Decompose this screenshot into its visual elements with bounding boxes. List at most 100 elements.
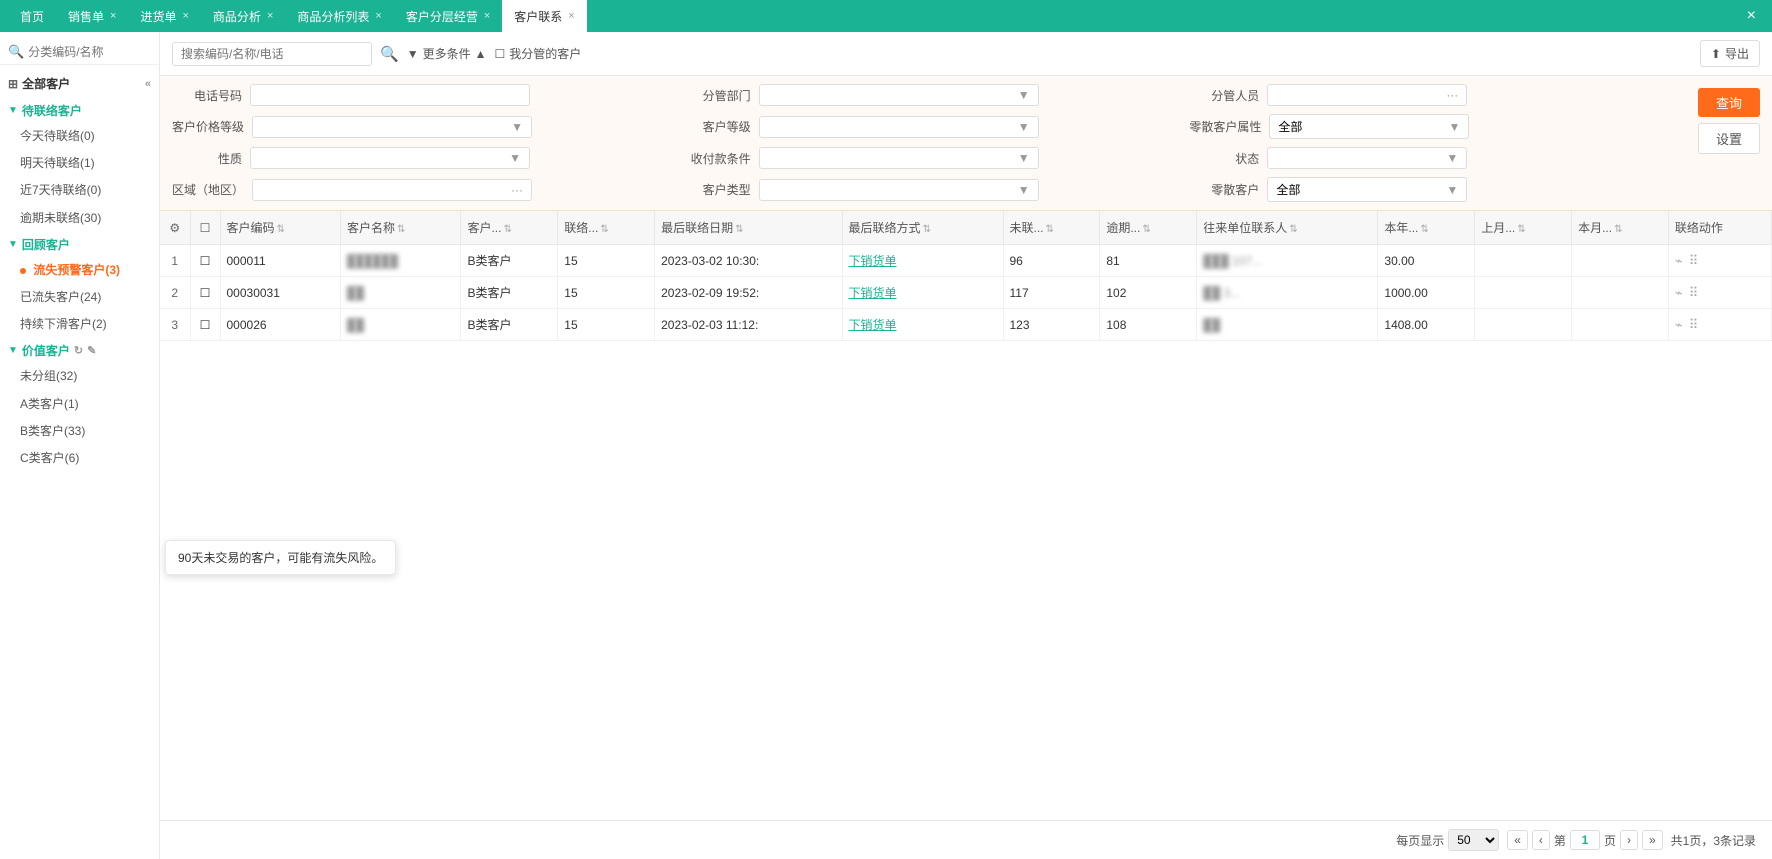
filter-level-select[interactable]: ▼ bbox=[759, 116, 1039, 138]
col-code[interactable]: 客户编码⇅ bbox=[220, 211, 340, 245]
tab-customer-tier[interactable]: 客户分层经营 × bbox=[394, 0, 502, 32]
action-more-icon[interactable]: ⠿ bbox=[1689, 285, 1699, 301]
sidebar-item-ungrouped[interactable]: 未分组(32) bbox=[0, 363, 159, 390]
action-link-icon[interactable]: ⌁ bbox=[1675, 285, 1683, 301]
tab-sales-close[interactable]: × bbox=[110, 10, 116, 22]
col-name[interactable]: 客户名称⇅ bbox=[340, 211, 460, 245]
filter-payment-select[interactable]: ▼ bbox=[759, 147, 1039, 169]
first-page-button[interactable]: « bbox=[1507, 830, 1528, 850]
sidebar-search-input[interactable] bbox=[28, 45, 151, 59]
sidebar-section-pending[interactable]: ▼ 待联络客户 bbox=[0, 98, 159, 123]
sidebar-section-review[interactable]: ▼ 回顾客户 bbox=[0, 232, 159, 257]
sidebar-all-customers[interactable]: ⊞ 全部客户 « bbox=[0, 69, 159, 98]
search-button[interactable]: 🔍 bbox=[380, 45, 399, 63]
query-button[interactable]: 查询 bbox=[1698, 88, 1760, 117]
col-this-month[interactable]: 本月...⇅ bbox=[1572, 211, 1669, 245]
page-number-input[interactable] bbox=[1570, 830, 1600, 850]
value-refresh-icon[interactable]: ↻ bbox=[74, 344, 83, 357]
prev-page-button[interactable]: ‹ bbox=[1532, 830, 1550, 850]
filter-type-select[interactable]: ▼ bbox=[759, 179, 1039, 201]
sidebar-item-class-c[interactable]: C类客户(6) bbox=[0, 445, 159, 472]
col-type[interactable]: 客户...⇅ bbox=[461, 211, 558, 245]
filter-status-select[interactable]: ▼ bbox=[1267, 147, 1467, 169]
tab-home[interactable]: 首页 bbox=[8, 0, 56, 32]
tab-product-list[interactable]: 商品分析列表 × bbox=[285, 0, 393, 32]
row-checkbox[interactable]: ☐ bbox=[190, 245, 220, 277]
col-uncontacted[interactable]: 未联...⇅ bbox=[1003, 211, 1100, 245]
filter-nature-select[interactable]: ▼ bbox=[250, 147, 530, 169]
filter-dept-select[interactable]: ▼ bbox=[759, 84, 1039, 106]
overdue-sort[interactable]: ⇅ bbox=[1142, 224, 1150, 235]
col-contact-person[interactable]: 往来单位联系人⇅ bbox=[1197, 211, 1378, 245]
tab-purchase-close[interactable]: × bbox=[182, 10, 188, 22]
row-uncontacted: 123 bbox=[1003, 309, 1100, 341]
sidebar-item-today[interactable]: 今天待联络(0) bbox=[0, 123, 159, 150]
search-input[interactable] bbox=[172, 42, 372, 66]
tab-purchase[interactable]: 进货单 × bbox=[128, 0, 200, 32]
contact-sort[interactable]: ⇅ bbox=[600, 224, 608, 235]
sidebar-item-churned[interactable]: 已流失客户(24) bbox=[0, 284, 159, 311]
tab-product-analysis-close[interactable]: × bbox=[267, 10, 273, 22]
tmonth-sort[interactable]: ⇅ bbox=[1614, 224, 1622, 235]
filter-retail-select[interactable]: 全部 ▼ bbox=[1269, 114, 1469, 139]
triangle-icon-2: ▼ bbox=[8, 239, 18, 250]
row-last-method[interactable]: 下销货单 bbox=[842, 245, 1003, 277]
action-more-icon[interactable]: ⠿ bbox=[1689, 253, 1699, 269]
per-page-select[interactable]: 50 20 100 bbox=[1448, 829, 1499, 851]
col-contact[interactable]: 联络...⇅ bbox=[558, 211, 655, 245]
filter-person-select[interactable]: ··· bbox=[1267, 84, 1467, 106]
sidebar-section-value[interactable]: ▼ 价值客户 ↻ ✎ bbox=[0, 338, 159, 363]
export-icon: ⬆ bbox=[1711, 47, 1721, 61]
value-edit-icon[interactable]: ✎ bbox=[87, 344, 96, 357]
tab-product-analysis[interactable]: 商品分析 × bbox=[201, 0, 285, 32]
sidebar-item-churn-warning[interactable]: 流失预警客户(3) bbox=[0, 257, 159, 284]
settings-button[interactable]: 设置 bbox=[1698, 123, 1760, 154]
name-sort[interactable]: ⇅ bbox=[397, 224, 405, 235]
sidebar-item-declining[interactable]: 持续下滑客户(2) bbox=[0, 311, 159, 338]
col-last-date[interactable]: 最后联络日期⇅ bbox=[655, 211, 842, 245]
tab-sales[interactable]: 销售单 × bbox=[56, 0, 128, 32]
method-sort[interactable]: ⇅ bbox=[923, 224, 931, 235]
uncontacted-sort[interactable]: ⇅ bbox=[1046, 224, 1054, 235]
filter-region-select[interactable]: ··· bbox=[252, 179, 532, 201]
action-link-icon[interactable]: ⌁ bbox=[1675, 253, 1683, 269]
person-sort[interactable]: ⇅ bbox=[1289, 224, 1297, 235]
row-checkbox[interactable]: ☐ bbox=[190, 277, 220, 309]
filter-phone-input[interactable] bbox=[250, 84, 530, 106]
col-this-year[interactable]: 本年...⇅ bbox=[1378, 211, 1475, 245]
date-sort[interactable]: ⇅ bbox=[735, 224, 743, 235]
year-sort[interactable]: ⇅ bbox=[1420, 224, 1428, 235]
sidebar-item-class-b[interactable]: B类客户(33) bbox=[0, 418, 159, 445]
col-checkbox[interactable]: ☐ bbox=[190, 211, 220, 245]
my-customers-checkbox[interactable]: ☐ 我分管的客户 bbox=[494, 45, 581, 62]
sidebar-item-class-a[interactable]: A类客户(1) bbox=[0, 391, 159, 418]
tab-customer-tier-close[interactable]: × bbox=[484, 10, 490, 22]
tab-customer-contact-close[interactable]: × bbox=[568, 10, 574, 22]
filter-retail2-select[interactable]: 全部 ▼ bbox=[1267, 177, 1467, 202]
row-last-method[interactable]: 下销货单 bbox=[842, 277, 1003, 309]
col-overdue[interactable]: 逾期...⇅ bbox=[1100, 211, 1197, 245]
sidebar-item-overdue[interactable]: 逾期未联络(30) bbox=[0, 205, 159, 232]
row-checkbox[interactable]: ☐ bbox=[190, 309, 220, 341]
col-last-method[interactable]: 最后联络方式⇅ bbox=[842, 211, 1003, 245]
code-sort[interactable]: ⇅ bbox=[277, 224, 285, 235]
window-close-button[interactable]: × bbox=[1739, 7, 1764, 25]
col-last-month[interactable]: 上月...⇅ bbox=[1475, 211, 1572, 245]
sidebar-item-tomorrow[interactable]: 明天待联络(1) bbox=[0, 150, 159, 177]
tab-product-list-close[interactable]: × bbox=[375, 10, 381, 22]
action-more-icon[interactable]: ⠿ bbox=[1689, 317, 1699, 333]
export-button[interactable]: ⬆ 导出 bbox=[1700, 40, 1760, 67]
filter-price-select[interactable]: ▼ bbox=[252, 116, 532, 138]
next-page-button[interactable]: › bbox=[1620, 830, 1638, 850]
last-page-button[interactable]: » bbox=[1642, 830, 1663, 850]
type-sort[interactable]: ⇅ bbox=[503, 224, 511, 235]
tab-customer-contact[interactable]: 客户联系 × bbox=[502, 0, 586, 32]
filter-status: 状态 ▼ bbox=[1189, 147, 1686, 169]
lmonth-sort[interactable]: ⇅ bbox=[1517, 224, 1525, 235]
header-checkbox[interactable]: ☐ bbox=[200, 221, 211, 235]
action-link-icon[interactable]: ⌁ bbox=[1675, 317, 1683, 333]
more-filter-toggle[interactable]: ▼ 更多条件 ▲ bbox=[407, 45, 487, 62]
gear-icon[interactable]: ⚙ bbox=[169, 221, 180, 235]
row-last-method[interactable]: 下销货单 bbox=[842, 309, 1003, 341]
sidebar-item-7days[interactable]: 近7天待联络(0) bbox=[0, 177, 159, 204]
